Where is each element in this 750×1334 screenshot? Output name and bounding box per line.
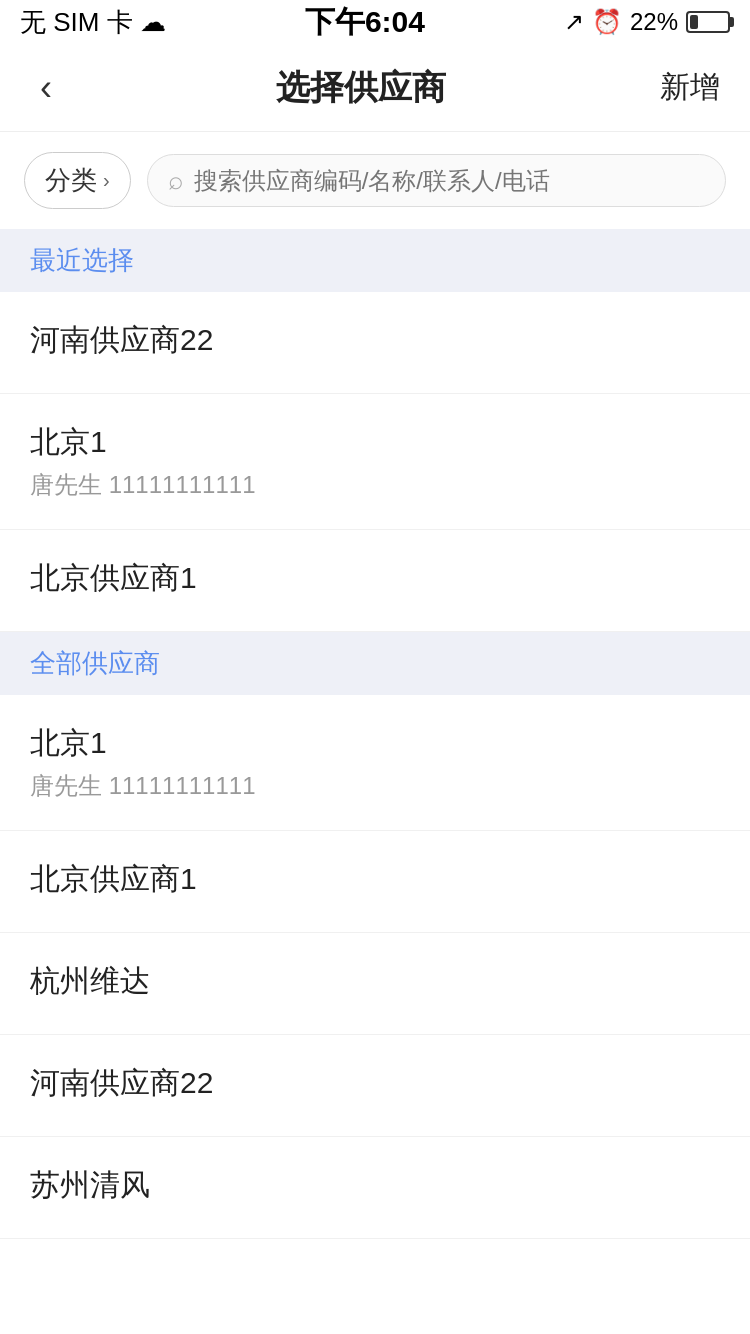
- category-label: 分类: [45, 163, 97, 198]
- all-section-header: 全部供应商: [0, 632, 750, 695]
- item-name: 苏州清风: [30, 1165, 720, 1206]
- battery-icon: [686, 11, 730, 33]
- list-item[interactable]: 河南供应商22: [0, 292, 750, 394]
- item-name: 河南供应商22: [30, 1063, 720, 1104]
- sim-status: 无 SIM 卡 ☁: [20, 5, 166, 40]
- list-item[interactable]: 苏州清风: [0, 1137, 750, 1239]
- item-sub: 唐先生 11111111111: [30, 469, 720, 501]
- search-box[interactable]: ⌕: [147, 154, 726, 207]
- recent-items-list: 河南供应商22 北京1 唐先生 11111111111 北京供应商1: [0, 292, 750, 632]
- battery-percent: 22%: [630, 8, 678, 36]
- list-item[interactable]: 北京1 唐先生 11111111111: [0, 394, 750, 530]
- status-left: 无 SIM 卡 ☁: [20, 5, 166, 40]
- status-time: 下午6:04: [305, 2, 425, 43]
- status-right: ↗ ⏰ 22%: [564, 8, 730, 36]
- recent-section-label: 最近选择: [30, 245, 134, 275]
- item-name: 北京1: [30, 723, 720, 764]
- back-button[interactable]: ‹: [30, 57, 62, 119]
- item-sub: 唐先生 11111111111: [30, 770, 720, 802]
- search-input[interactable]: [194, 167, 705, 195]
- all-items-list: 北京1 唐先生 11111111111 北京供应商1 杭州维达河南供应商22 苏州清风: [0, 695, 750, 1239]
- item-name: 北京1: [30, 422, 720, 463]
- add-button[interactable]: 新增: [660, 67, 720, 108]
- alarm-icon: ⏰: [592, 8, 622, 36]
- search-icon: ⌕: [168, 165, 184, 196]
- page-title: 选择供应商: [276, 65, 446, 111]
- status-bar: 无 SIM 卡 ☁ 下午6:04 ↗ ⏰ 22%: [0, 0, 750, 44]
- item-name: 北京供应商1: [30, 859, 720, 900]
- nav-bar: ‹ 选择供应商 新增: [0, 44, 750, 132]
- list-item[interactable]: 杭州维达: [0, 933, 750, 1035]
- list-item[interactable]: 北京供应商1: [0, 831, 750, 933]
- item-name: 北京供应商1: [30, 558, 720, 599]
- all-section-label: 全部供应商: [30, 648, 160, 678]
- filter-bar: 分类 › ⌕: [0, 132, 750, 229]
- list-item[interactable]: 河南供应商22: [0, 1035, 750, 1137]
- location-icon: ↗: [564, 8, 584, 36]
- category-button[interactable]: 分类 ›: [24, 152, 131, 209]
- item-name: 河南供应商22: [30, 320, 720, 361]
- list-item[interactable]: 北京供应商1: [0, 530, 750, 632]
- list-item[interactable]: 北京1 唐先生 11111111111: [0, 695, 750, 831]
- chevron-right-icon: ›: [103, 169, 110, 192]
- item-name: 杭州维达: [30, 961, 720, 1002]
- recent-section-header: 最近选择: [0, 229, 750, 292]
